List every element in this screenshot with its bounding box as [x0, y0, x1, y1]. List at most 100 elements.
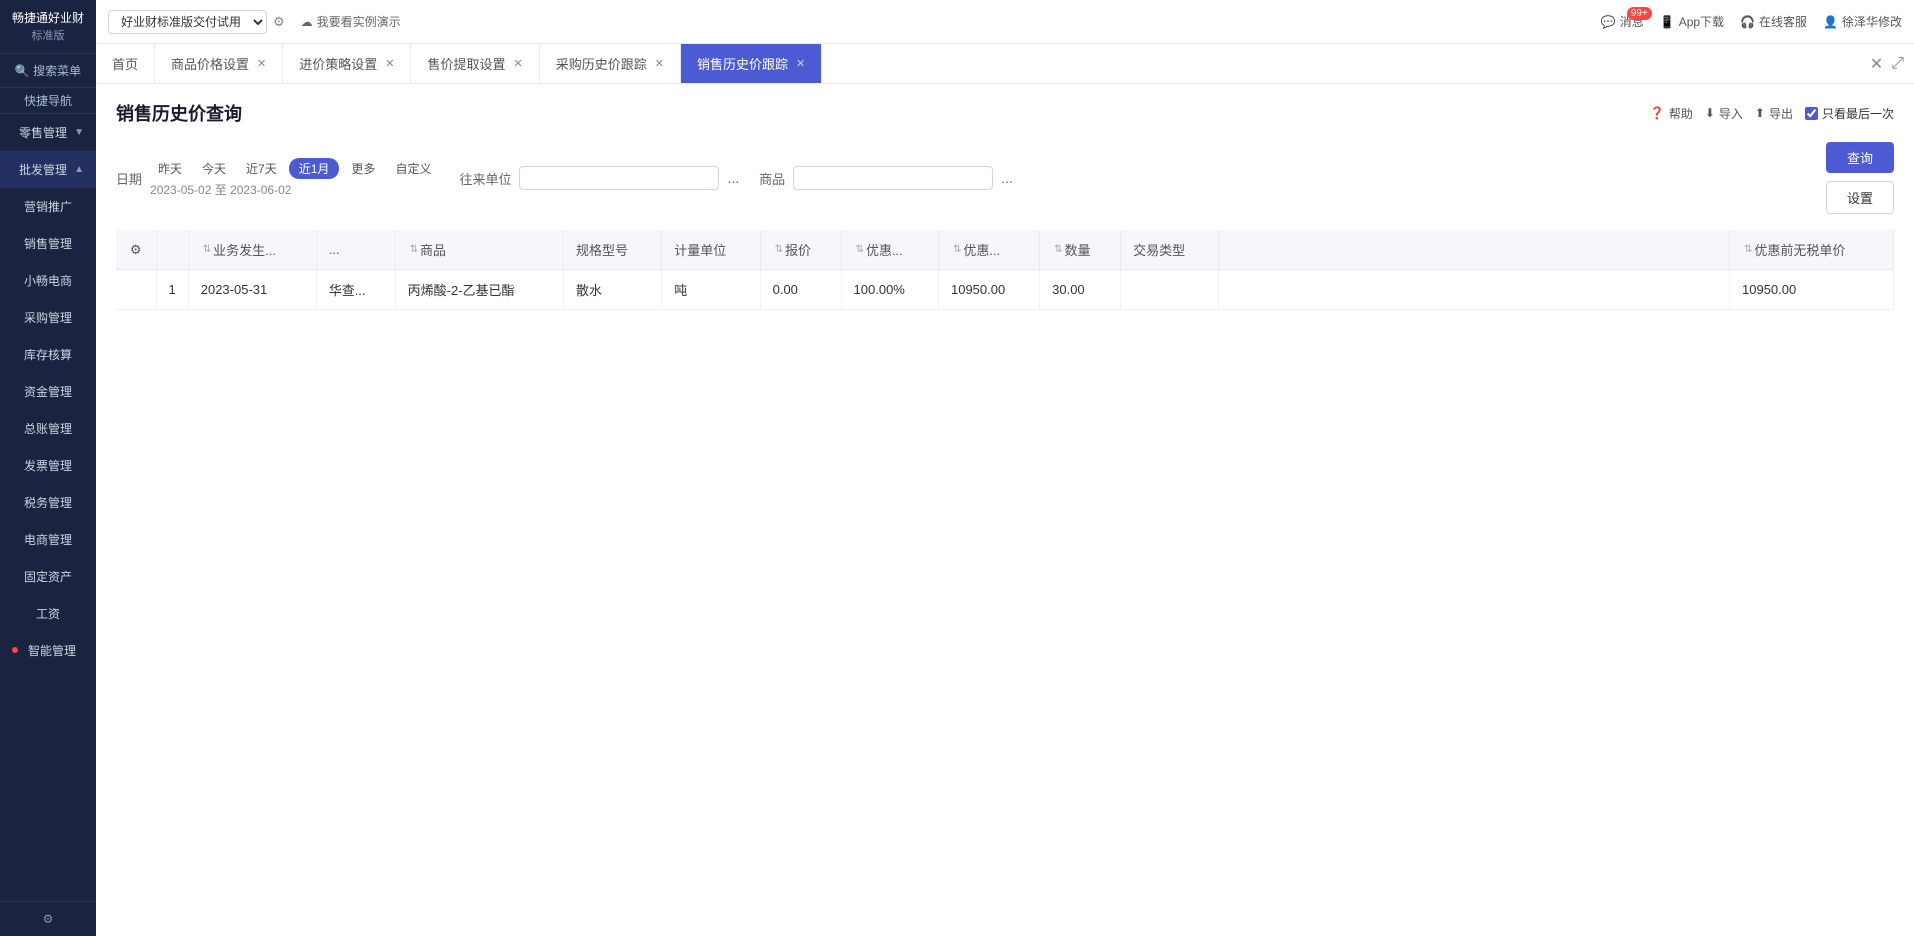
- chevron-down-icon: ▼: [74, 127, 84, 138]
- help-button[interactable]: ❓ 帮助: [1650, 105, 1693, 122]
- sidebar-item-tax[interactable]: 税务管理: [0, 484, 96, 521]
- th-discount2[interactable]: ⇅ 优惠...: [938, 230, 1039, 270]
- only-last-checkbox-input[interactable]: [1805, 107, 1818, 120]
- cell-row-num: 1: [156, 270, 188, 310]
- tab-sale-extract[interactable]: 售价提取设置 ✕: [411, 44, 539, 84]
- sidebar-item-purchase[interactable]: 采购管理: [0, 299, 96, 336]
- search-label: 搜索菜单: [33, 64, 81, 78]
- sidebar-item-marketing[interactable]: 营销推广: [0, 188, 96, 225]
- sidebar-item-fixed-assets[interactable]: 固定资产: [0, 558, 96, 595]
- avatar-icon: 👤: [1823, 15, 1838, 29]
- tab-price-strategy[interactable]: 进价策略设置 ✕: [283, 44, 411, 84]
- th-biz-date-label: 业务发生...: [213, 240, 276, 259]
- date-option-more[interactable]: 更多: [343, 158, 383, 179]
- logo-title: 畅捷通好业财: [6, 10, 90, 27]
- sidebar-search[interactable]: 🔍 搜索菜单: [0, 54, 96, 88]
- tab-sale-extract-close-icon[interactable]: ✕: [514, 57, 523, 70]
- product-dots[interactable]: ...: [1001, 170, 1013, 186]
- sidebar-item-wholesale-label: 批发管理: [12, 161, 74, 178]
- date-options-row: 昨天 今天 近7天 近1月 更多 自定义: [150, 158, 439, 179]
- page-header: 销售历史价查询 ❓ 帮助 ⬇ 导入 ⬆ 导出 只看最后一次: [116, 100, 1894, 126]
- sidebar-item-salary[interactable]: 工资: [0, 595, 96, 632]
- demo-link[interactable]: ☁ 我要看实例演示: [301, 13, 401, 30]
- sidebar-item-inventory[interactable]: 库存核算: [0, 336, 96, 373]
- table-header-row: ⚙ ⇅ 业务发生... ... ⇅: [116, 230, 1894, 270]
- sidebar-item-ecommerce[interactable]: 电商管理: [0, 521, 96, 558]
- sidebar-item-invoice[interactable]: 发票管理: [0, 447, 96, 484]
- th-biz-date[interactable]: ⇅ 业务发生...: [188, 230, 316, 270]
- sort-qty-icon: ⇅: [1054, 244, 1062, 255]
- tab-product-price-close-icon[interactable]: ✕: [257, 57, 266, 70]
- tab-price-strategy-close-icon[interactable]: ✕: [385, 57, 394, 70]
- th-trans-type-label: 交易类型: [1133, 243, 1185, 258]
- only-last-label: 只看最后一次: [1822, 105, 1894, 122]
- date-option-last7[interactable]: 近7天: [238, 158, 285, 179]
- sidebar-item-smart[interactable]: 智能管理: [0, 632, 96, 669]
- sidebar-item-ecommerce-small[interactable]: 小畅电商: [0, 262, 96, 299]
- th-pretax-price[interactable]: ⇅ 优惠前无税单价: [1730, 230, 1894, 270]
- date-option-custom[interactable]: 自定义: [387, 158, 439, 179]
- sidebar-item-wholesale[interactable]: 批发管理 ▲: [0, 151, 96, 188]
- th-unit: 计量单位: [662, 230, 760, 270]
- th-settings[interactable]: ⚙: [116, 230, 156, 270]
- tab-sales-history-label: 销售历史价跟踪: [697, 54, 788, 73]
- th-discount1[interactable]: ⇅ 优惠...: [841, 230, 938, 270]
- tab-purchase-history[interactable]: 采购历史价跟踪 ✕: [540, 44, 681, 84]
- online-service-button[interactable]: 🎧 在线客服: [1740, 13, 1807, 30]
- tabbar: 首页 商品价格设置 ✕ 进价策略设置 ✕ 售价提取设置 ✕ 采购历史价跟踪 ✕ …: [96, 44, 1914, 84]
- th-spec: 规格型号: [563, 230, 661, 270]
- topbar-gear-icon[interactable]: ⚙: [273, 14, 285, 30]
- sidebar-quick-nav[interactable]: 快捷导航: [0, 88, 96, 114]
- import-button[interactable]: ⬇ 导入: [1705, 105, 1743, 122]
- date-option-last1month[interactable]: 近1月: [289, 158, 340, 179]
- tab-controls: ✕ ⤢: [1860, 54, 1914, 74]
- gear-icon: ⚙: [43, 912, 54, 926]
- message-button[interactable]: 💬 消息 99+: [1601, 13, 1644, 30]
- tab-purchase-history-label: 采购历史价跟踪: [556, 54, 647, 73]
- sidebar-item-retail[interactable]: 零售管理 ▼: [0, 114, 96, 151]
- version-selector[interactable]: 好业财标准版交付试用 ⚙: [108, 10, 285, 34]
- sort-discount2-icon: ⇅: [953, 244, 961, 255]
- th-quantity[interactable]: ⇅ 数量: [1040, 230, 1121, 270]
- partner-input[interactable]: [519, 166, 719, 190]
- main-area: 好业财标准版交付试用 ⚙ ☁ 我要看实例演示 💬 消息 99+ 📱 App下载 …: [96, 0, 1914, 936]
- sidebar-settings-button[interactable]: ⚙: [0, 901, 96, 936]
- cell-discount2: 10950.00: [938, 270, 1039, 310]
- close-window-icon[interactable]: ✕: [1870, 54, 1883, 74]
- sidebar-item-general-ledger[interactable]: 总账管理: [0, 410, 96, 447]
- partner-dots[interactable]: ...: [727, 170, 739, 186]
- th-spec-label: 规格型号: [576, 243, 628, 258]
- query-button[interactable]: 查询: [1826, 142, 1894, 173]
- date-filter-group: 日期 昨天 今天 近7天 近1月 更多 自定义 2023-05-02 至 202…: [116, 158, 439, 198]
- th-more[interactable]: ...: [316, 230, 395, 270]
- tab-sale-extract-label: 售价提取设置: [427, 54, 505, 73]
- sidebar-item-invoice-label: 发票管理: [12, 457, 84, 474]
- sort-product-icon: ⇅: [410, 244, 418, 255]
- date-options: 昨天 今天 近7天 近1月 更多 自定义 2023-05-02 至 2023-0…: [150, 158, 439, 198]
- th-product[interactable]: ⇅ 商品: [395, 230, 563, 270]
- settings-button[interactable]: 设置: [1826, 181, 1894, 214]
- sidebar-item-sales[interactable]: 销售管理: [0, 225, 96, 262]
- cell-biz-date: 2023-05-31: [188, 270, 316, 310]
- date-option-today[interactable]: 今天: [194, 158, 234, 179]
- maximize-icon[interactable]: ⤢: [1891, 55, 1904, 73]
- cloud-icon: ☁: [301, 15, 313, 29]
- cell-spec: 散水: [563, 270, 661, 310]
- th-price[interactable]: ⇅ 报价: [760, 230, 841, 270]
- sort-asc-icon: ⇅: [203, 244, 211, 255]
- product-filter-group: 商品 ...: [759, 166, 1013, 190]
- only-last-checkbox[interactable]: 只看最后一次: [1805, 105, 1894, 122]
- tab-product-price[interactable]: 商品价格设置 ✕: [155, 44, 283, 84]
- date-option-yesterday[interactable]: 昨天: [150, 158, 190, 179]
- sidebar-item-finance[interactable]: 资金管理: [0, 373, 96, 410]
- cell-partner: 华查...: [316, 270, 395, 310]
- export-button[interactable]: ⬆ 导出: [1755, 105, 1793, 122]
- app-download-button[interactable]: 📱 App下载: [1660, 13, 1724, 30]
- tab-purchase-history-close-icon[interactable]: ✕: [655, 57, 664, 70]
- tab-sales-history-close-icon[interactable]: ✕: [796, 57, 805, 70]
- tab-sales-history[interactable]: 销售历史价跟踪 ✕: [681, 44, 822, 84]
- tab-home[interactable]: 首页: [96, 44, 155, 84]
- product-input[interactable]: [793, 166, 993, 190]
- user-menu-button[interactable]: 👤 徐泽华修改: [1823, 13, 1902, 30]
- version-dropdown[interactable]: 好业财标准版交付试用: [108, 10, 267, 34]
